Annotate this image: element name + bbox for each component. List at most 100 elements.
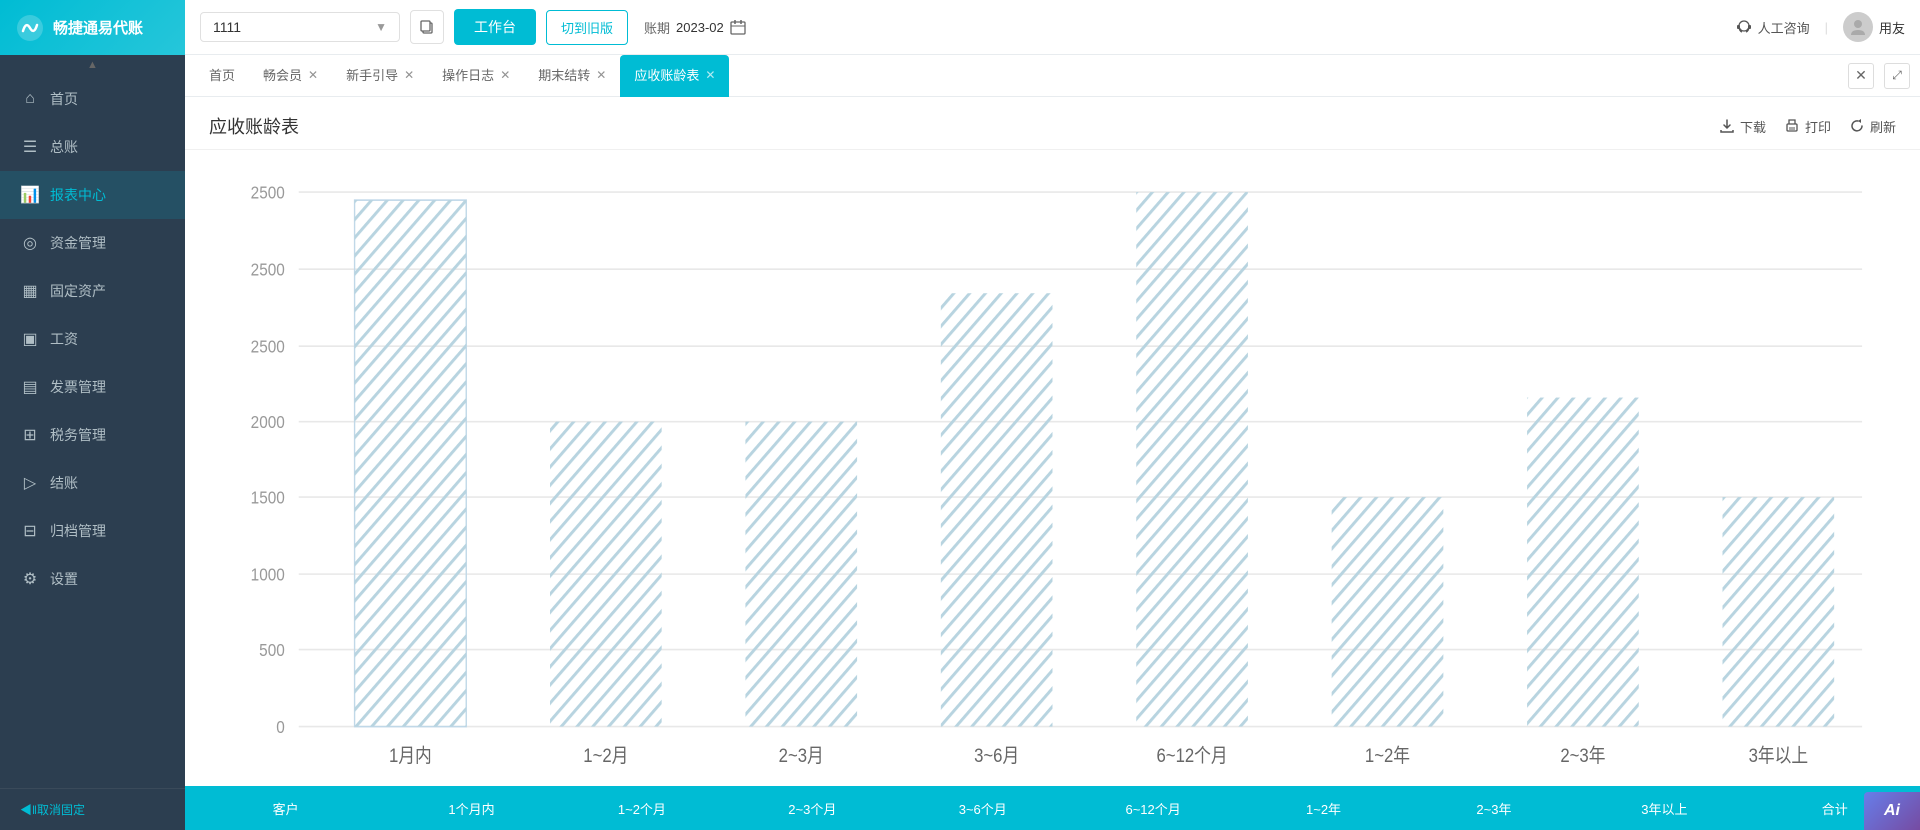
sidebar-item-label: 固定资产: [50, 281, 106, 301]
sidebar-item-closing[interactable]: ▷ 结账: [0, 459, 185, 507]
sidebar-item-tax[interactable]: ⊞ 税务管理: [0, 411, 185, 459]
workbench-button[interactable]: 工作台: [454, 9, 536, 45]
download-label: 下载: [1740, 117, 1766, 136]
download-icon: [1719, 118, 1735, 134]
sidebar-item-label: 税务管理: [50, 425, 106, 445]
col-1-2month: 1~2个月: [557, 799, 727, 818]
tab-oplog[interactable]: 操作日志 ✕: [428, 55, 524, 97]
funds-icon: ◎: [20, 233, 40, 253]
page-actions: 下载 打印 刷新: [1719, 117, 1896, 136]
print-label: 打印: [1805, 117, 1831, 136]
sidebar: 畅捷通易代账 ▲ ⌂ 首页 ☰ 总账 📊 报表中心 ◎ 资金管理 ▦ 固定资产 …: [0, 0, 185, 830]
closing-icon: ▷: [20, 473, 40, 493]
ai-badge[interactable]: Ai: [1864, 792, 1920, 830]
svg-text:0: 0: [276, 717, 285, 737]
col-1month: 1个月内: [386, 799, 556, 818]
svg-text:500: 500: [259, 640, 285, 660]
col-2-3month: 2~3个月: [727, 799, 897, 818]
calendar-icon[interactable]: [730, 19, 746, 35]
sidebar-collapse-label: ◀‖取消固定: [20, 801, 85, 818]
sidebar-item-invoice[interactable]: ▤ 发票管理: [0, 363, 185, 411]
svg-text:2~3年: 2~3年: [1560, 745, 1605, 766]
tab-aging[interactable]: 应收账龄表 ✕: [620, 55, 729, 97]
svg-text:1~2年: 1~2年: [1365, 745, 1410, 766]
sidebar-item-payroll[interactable]: ▣ 工资: [0, 315, 185, 363]
sidebar-item-label: 总账: [50, 137, 78, 157]
sidebar-item-settings[interactable]: ⚙ 设置: [0, 555, 185, 603]
svg-text:1~2月: 1~2月: [583, 745, 628, 766]
svg-text:2500: 2500: [251, 337, 285, 357]
tab-member[interactable]: 畅会员 ✕: [249, 55, 332, 97]
ledger-icon: ☰: [20, 137, 40, 157]
company-selector[interactable]: 1111 ▼: [200, 12, 400, 42]
download-button[interactable]: 下载: [1719, 117, 1766, 136]
sidebar-item-funds[interactable]: ◎ 资金管理: [0, 219, 185, 267]
svg-text:6~12个月: 6~12个月: [1157, 745, 1228, 766]
user-menu[interactable]: 用友: [1843, 12, 1905, 42]
service-label: 人工咨询: [1758, 18, 1810, 37]
invoice-icon: ▤: [20, 377, 40, 397]
sidebar-nav: ▲ ⌂ 首页 ☰ 总账 📊 报表中心 ◎ 资金管理 ▦ 固定资产 ▣ 工资 ▤ …: [0, 55, 185, 788]
tab-home-label: 首页: [209, 65, 235, 84]
svg-text:3年以上: 3年以上: [1749, 745, 1809, 766]
tab-period-end-close[interactable]: ✕: [596, 69, 606, 81]
sidebar-collapse-button[interactable]: ◀‖取消固定: [0, 788, 185, 830]
col-customer: 客户: [185, 799, 386, 818]
tab-home[interactable]: 首页: [195, 55, 249, 97]
ai-label: Ai: [1884, 802, 1900, 819]
sidebar-item-label: 工资: [50, 329, 78, 349]
tab-guide[interactable]: 新手引导 ✕: [332, 55, 428, 97]
service-button[interactable]: 人工咨询: [1735, 18, 1810, 37]
tab-aging-label: 应收账龄表: [634, 65, 699, 84]
svg-text:2~3月: 2~3月: [779, 745, 824, 766]
headset-icon: [1735, 18, 1753, 36]
tab-period-end[interactable]: 期末结转 ✕: [524, 55, 620, 97]
svg-text:1月内: 1月内: [389, 745, 432, 766]
period-label: 账期: [644, 18, 670, 37]
chart-area: 2500 2500 2500 2000 1500 1000 500 0: [185, 150, 1920, 786]
archive-icon: ⊟: [20, 521, 40, 541]
sidebar-item-label: 报表中心: [50, 185, 106, 205]
aging-chart: 2500 2500 2500 2000 1500 1000 500 0: [215, 160, 1890, 786]
copy-icon: [419, 19, 435, 35]
header-right-area: 人工咨询 | 用友: [1735, 12, 1905, 42]
page-content: 应收账龄表 下载 打印: [185, 97, 1920, 830]
avatar-icon: [1849, 18, 1867, 36]
sidebar-item-assets[interactable]: ▦ 固定资产: [0, 267, 185, 315]
tab-aging-close[interactable]: ✕: [705, 69, 715, 81]
col-3-6month: 3~6个月: [898, 799, 1068, 818]
svg-text:2500: 2500: [251, 183, 285, 203]
sidebar-item-ledger[interactable]: ☰ 总账: [0, 123, 185, 171]
tab-oplog-label: 操作日志: [442, 65, 494, 84]
print-button[interactable]: 打印: [1784, 117, 1831, 136]
scroll-up-indicator: ▲: [0, 55, 185, 75]
tab-guide-close[interactable]: ✕: [404, 69, 414, 81]
sidebar-item-home[interactable]: ⌂ 首页: [0, 75, 185, 123]
tab-oplog-close[interactable]: ✕: [500, 69, 510, 81]
main-area: 1111 ▼ 工作台 切到旧版 账期 2023-02: [185, 0, 1920, 830]
logo-icon: [15, 13, 45, 43]
page-header: 应收账龄表 下载 打印: [185, 97, 1920, 150]
expand-button[interactable]: ⤢: [1884, 63, 1910, 89]
company-name: 1111: [213, 19, 369, 35]
sidebar-item-label: 设置: [50, 569, 78, 589]
sidebar-item-archive[interactable]: ⊟ 归档管理: [0, 507, 185, 555]
tab-period-end-label: 期末结转: [538, 65, 590, 84]
tab-guide-label: 新手引导: [346, 65, 398, 84]
close-all-tabs-button[interactable]: ✕: [1848, 63, 1874, 89]
sidebar-item-label: 结账: [50, 473, 78, 493]
home-icon: ⌂: [20, 90, 40, 108]
tax-icon: ⊞: [20, 425, 40, 445]
tab-member-close[interactable]: ✕: [308, 69, 318, 81]
refresh-button[interactable]: 刷新: [1849, 117, 1896, 136]
assets-icon: ▦: [20, 281, 40, 301]
top-header: 1111 ▼ 工作台 切到旧版 账期 2023-02: [185, 0, 1920, 55]
copy-button[interactable]: [410, 10, 444, 44]
refresh-icon: [1849, 118, 1865, 134]
col-1-2year: 1~2年: [1238, 799, 1408, 818]
user-avatar: [1843, 12, 1873, 42]
switch-version-button[interactable]: 切到旧版: [546, 10, 628, 45]
sidebar-item-reports[interactable]: 📊 报表中心: [0, 171, 185, 219]
page-title: 应收账龄表: [209, 113, 299, 139]
aging-table-header: 客户 1个月内 1~2个月 2~3个月 3~6个月 6~12个月 1~2年 2~…: [185, 786, 1920, 830]
